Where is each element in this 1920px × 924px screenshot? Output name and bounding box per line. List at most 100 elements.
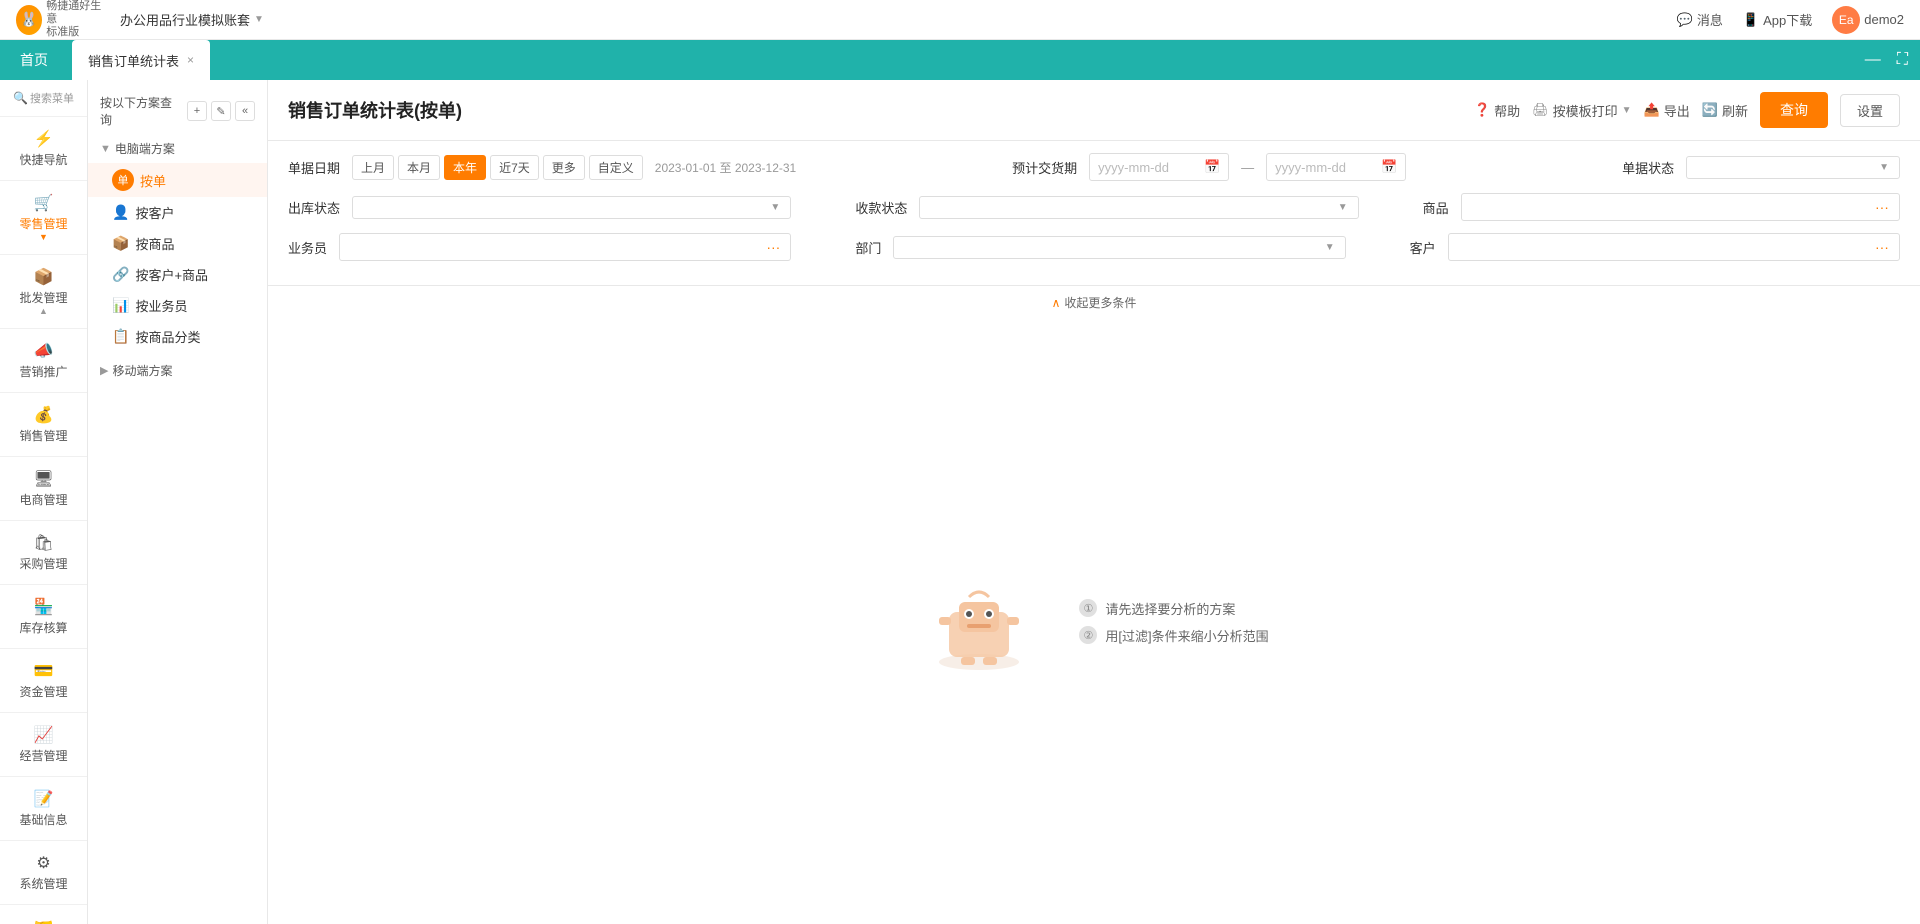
scheme-by-customer[interactable]: 👤 按客户 bbox=[88, 197, 267, 228]
scheme-by-product[interactable]: 📦 按商品 bbox=[88, 228, 267, 259]
salesperson-label: 业务员 bbox=[288, 238, 327, 257]
message-button[interactable]: 💬 消息 bbox=[1677, 10, 1723, 29]
sidebar-item-quicknav[interactable]: ⚡ 快捷导航 bbox=[0, 117, 87, 181]
scheme-by-staff[interactable]: 📊 按业务员 bbox=[88, 290, 267, 321]
goods-input[interactable]: ··· bbox=[1461, 193, 1900, 221]
date-label: 单据日期 bbox=[288, 158, 340, 177]
delivery-arrow-icon: ▼ bbox=[770, 202, 780, 213]
quicknav-icon: ⚡ bbox=[34, 129, 54, 149]
payment-status-label: 收款状态 bbox=[855, 198, 907, 217]
avatar: Ea bbox=[1832, 6, 1860, 34]
sidebar-item-inventory[interactable]: 🏪 库存核算 bbox=[0, 585, 87, 649]
sidebar-item-basics[interactable]: 📝 基础信息 bbox=[0, 777, 87, 841]
settings-button[interactable]: 设置 bbox=[1840, 94, 1900, 127]
sidebar-item-retail[interactable]: 🛒 零售管理 ▼ bbox=[0, 181, 87, 255]
product-icon: 📦 bbox=[112, 235, 129, 252]
collapse-icon: ∧ bbox=[1052, 296, 1061, 310]
message-icon: 💬 bbox=[1677, 12, 1693, 28]
custom-btn[interactable]: 自定义 bbox=[589, 155, 643, 180]
edit-scheme-button[interactable]: ✎ bbox=[211, 101, 231, 121]
date-range-display: 2023-01-01 至 2023-12-31 bbox=[655, 159, 796, 176]
top-bar: 🐰 畅捷通好生意 标准版 办公用品行业模拟账套 ▼ 💬 消息 📱 App下载 E… bbox=[0, 0, 1920, 40]
operations-icon: 📈 bbox=[34, 725, 54, 745]
date-separator: — bbox=[1241, 160, 1254, 175]
status-select[interactable]: ▼ bbox=[1686, 156, 1900, 179]
right-panel: 销售订单统计表(按单) ❓ 帮助 🖨 按模板打印 ▼ 📤 bbox=[268, 80, 1920, 924]
marketing-icon: 📣 bbox=[34, 341, 54, 361]
print-button[interactable]: 🖨 按模板打印 ▼ bbox=[1532, 101, 1631, 120]
tab-minimize-icon[interactable]: — bbox=[1861, 47, 1885, 73]
sales-icon: 💰 bbox=[34, 405, 54, 425]
sidebar-search[interactable]: 🔍 搜索菜单 bbox=[0, 80, 87, 117]
expected-date-from[interactable]: yyyy-mm-dd 📅 bbox=[1089, 153, 1229, 181]
sidebar-item-finance[interactable]: 💳 资金管理 bbox=[0, 649, 87, 713]
tab-close-icon[interactable]: × bbox=[187, 53, 194, 67]
tab-maximize-icon[interactable]: ⛶ bbox=[1893, 47, 1912, 73]
filter-row-2: 出库状态 ▼ 收款状态 ▼ 商品 ··· bbox=[288, 193, 1900, 221]
filter-area: 单据日期 上月 本月 本年 近7天 更多 自定义 2023-01-01 至 20… bbox=[268, 141, 1920, 285]
customer-ellipsis-icon[interactable]: ··· bbox=[1875, 239, 1889, 255]
salesperson-input[interactable]: ··· bbox=[339, 233, 791, 261]
tab-home[interactable]: 首页 bbox=[0, 40, 68, 80]
app-icon: 📱 bbox=[1743, 12, 1759, 28]
mobile-section: ▶ 移动端方案 bbox=[88, 356, 267, 385]
user-menu[interactable]: Ea demo2 bbox=[1832, 6, 1904, 34]
empty-hint-1: ① 请先选择要分析的方案 bbox=[1079, 599, 1235, 618]
help-icon: ❓ bbox=[1474, 102, 1490, 118]
last-month-btn[interactable]: 上月 bbox=[352, 155, 394, 180]
collapse-panel-button[interactable]: « bbox=[235, 101, 255, 121]
this-month-btn[interactable]: 本月 bbox=[398, 155, 440, 180]
customer-input[interactable]: ··· bbox=[1448, 233, 1900, 261]
more-btn[interactable]: 更多 bbox=[543, 155, 585, 180]
sidebar-item-operations[interactable]: 📈 经营管理 bbox=[0, 713, 87, 777]
add-scheme-button[interactable]: + bbox=[187, 101, 207, 121]
app-download-button[interactable]: 📱 App下载 bbox=[1743, 10, 1812, 29]
filter-row-3: 业务员 ··· 部门 ▼ 客户 ··· bbox=[288, 233, 1900, 261]
sidebar-item-enterprise[interactable]: 🤝 企业协同 bbox=[0, 905, 87, 924]
goods-ellipsis-icon[interactable]: ··· bbox=[1875, 199, 1889, 215]
system-icon: ⚙ bbox=[36, 853, 50, 873]
collapse-bar[interactable]: ∧ 收起更多条件 bbox=[268, 285, 1920, 319]
page-title-row: 销售订单统计表(按单) ❓ 帮助 🖨 按模板打印 ▼ 📤 bbox=[288, 92, 1900, 128]
payment-arrow-icon: ▼ bbox=[1338, 202, 1348, 213]
expected-date-label: 预计交货期 bbox=[1012, 158, 1077, 177]
department-label: 部门 bbox=[855, 238, 881, 257]
ecommerce-icon: 🖥 bbox=[33, 469, 53, 489]
sidebar-item-marketing[interactable]: 📣 营销推广 bbox=[0, 329, 87, 393]
page-title: 销售订单统计表(按单) bbox=[288, 97, 462, 123]
company-selector[interactable]: 办公用品行业模拟账套 ▼ bbox=[120, 10, 264, 29]
search-icon: 🔍 bbox=[13, 91, 28, 105]
calendar-icon-from: 📅 bbox=[1204, 159, 1220, 175]
sidebar-item-ecommerce[interactable]: 🖥 电商管理 bbox=[0, 457, 87, 521]
desktop-section: ▼ 电脑端方案 bbox=[88, 134, 267, 163]
left-panel-header: 按以下方案查询 + ✎ « bbox=[88, 88, 267, 134]
expected-date-to[interactable]: yyyy-mm-dd 📅 bbox=[1266, 153, 1406, 181]
this-year-btn[interactable]: 本年 bbox=[444, 155, 486, 180]
customer-label: 客户 bbox=[1410, 238, 1436, 257]
sidebar-item-system[interactable]: ⚙ 系统管理 bbox=[0, 841, 87, 905]
main-layout: 🔍 搜索菜单 ⚡ 快捷导航 🛒 零售管理 ▼ 📦 批发管理 ▲ 📣 营销推广 💰… bbox=[0, 80, 1920, 924]
department-arrow-icon: ▼ bbox=[1325, 242, 1335, 253]
scheme-by-category[interactable]: 📋 按商品分类 bbox=[88, 321, 267, 352]
delivery-status-select[interactable]: ▼ bbox=[352, 196, 791, 219]
refresh-button[interactable]: 🔄 刷新 bbox=[1702, 101, 1748, 120]
scheme-by-order[interactable]: 单 按单 bbox=[88, 163, 267, 197]
query-button[interactable]: 查询 bbox=[1760, 92, 1828, 128]
sidebar-item-wholesale[interactable]: 📦 批发管理 ▲ bbox=[0, 255, 87, 329]
print-arrow-icon: ▼ bbox=[1622, 105, 1632, 116]
calendar-icon-to: 📅 bbox=[1381, 159, 1397, 175]
status-arrow-icon: ▼ bbox=[1879, 162, 1889, 173]
department-select[interactable]: ▼ bbox=[893, 236, 1345, 259]
wholesale-icon: 📦 bbox=[34, 267, 54, 287]
last7-btn[interactable]: 近7天 bbox=[490, 155, 539, 180]
filter-row-1: 单据日期 上月 本月 本年 近7天 更多 自定义 2023-01-01 至 20… bbox=[288, 153, 1900, 181]
export-button[interactable]: 📤 导出 bbox=[1644, 101, 1690, 120]
scheme-by-customer-product[interactable]: 🔗 按客户+商品 bbox=[88, 259, 267, 290]
sidebar-item-sales[interactable]: 💰 销售管理 bbox=[0, 393, 87, 457]
payment-status-select[interactable]: ▼ bbox=[919, 196, 1358, 219]
page-header: 销售订单统计表(按单) ❓ 帮助 🖨 按模板打印 ▼ 📤 bbox=[268, 80, 1920, 141]
sidebar-item-purchase[interactable]: 🛍 采购管理 bbox=[0, 521, 87, 585]
tab-active[interactable]: 销售订单统计表 × bbox=[72, 40, 210, 80]
help-button[interactable]: ❓ 帮助 bbox=[1474, 101, 1520, 120]
salesperson-ellipsis-icon[interactable]: ··· bbox=[766, 239, 780, 255]
